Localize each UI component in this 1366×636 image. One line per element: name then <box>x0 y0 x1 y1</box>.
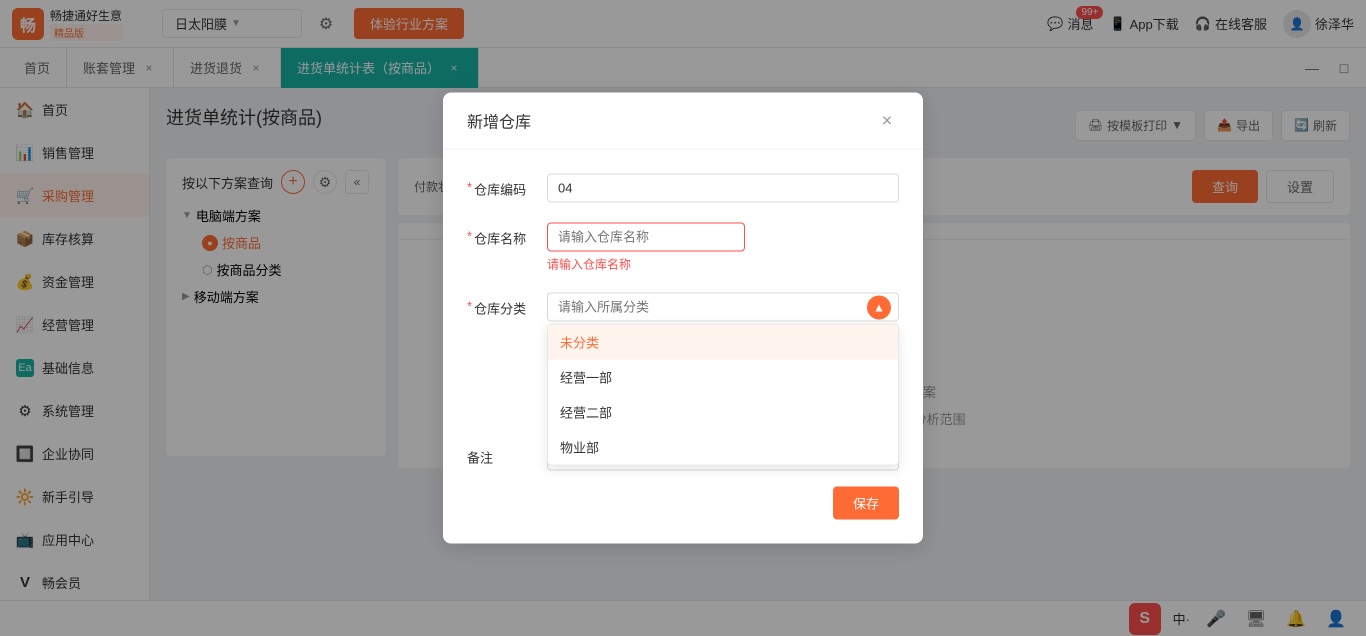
warehouse-code-input[interactable] <box>547 174 899 203</box>
warehouse-code-label: * 仓库编码 <box>467 174 547 199</box>
modal-body: * 仓库编码 * 仓库名称 请输入仓库名称 <box>443 150 923 471</box>
warehouse-category-input[interactable] <box>547 293 899 322</box>
dropdown-item-operations1[interactable]: 经营一部 <box>548 360 898 395</box>
modal-footer: 保存 <box>443 471 923 520</box>
modal-title: 新增仓库 <box>467 109 531 133</box>
warehouse-code-row: * 仓库编码 <box>467 174 899 203</box>
modal-header: 新增仓库 × <box>443 93 923 150</box>
warehouse-name-label: * 仓库名称 <box>467 223 547 248</box>
category-dropdown-list: 未分类 经营一部 经营二部 物业部 <box>547 324 899 466</box>
dropdown-item-operations2[interactable]: 经营二部 <box>548 395 898 430</box>
dropdown-item-property[interactable]: 物业部 <box>548 430 898 465</box>
warehouse-category-label: * 仓库分类 <box>467 293 547 318</box>
save-btn[interactable]: 保存 <box>833 487 899 520</box>
warehouse-category-row: * 仓库分类 ▲ 未分类 经营一部 经营二部 物业部 <box>467 293 899 322</box>
warehouse-name-wrap <box>547 223 745 252</box>
warehouse-name-error: 请输入仓库名称 <box>547 256 631 273</box>
modal-close-btn[interactable]: × <box>875 109 899 133</box>
category-dropdown-icon[interactable]: ▲ <box>867 295 891 319</box>
warehouse-name-input[interactable] <box>547 223 745 252</box>
warehouse-name-row: * 仓库名称 请输入仓库名称 <box>467 223 899 273</box>
warehouse-code-wrap <box>547 174 899 203</box>
new-warehouse-modal: 新增仓库 × * 仓库编码 * 仓库名称 <box>443 93 923 544</box>
dropdown-item-uncategorized[interactable]: 未分类 <box>548 325 898 360</box>
remark-label: 备注 <box>467 442 547 467</box>
warehouse-category-wrap: ▲ <box>547 293 899 322</box>
